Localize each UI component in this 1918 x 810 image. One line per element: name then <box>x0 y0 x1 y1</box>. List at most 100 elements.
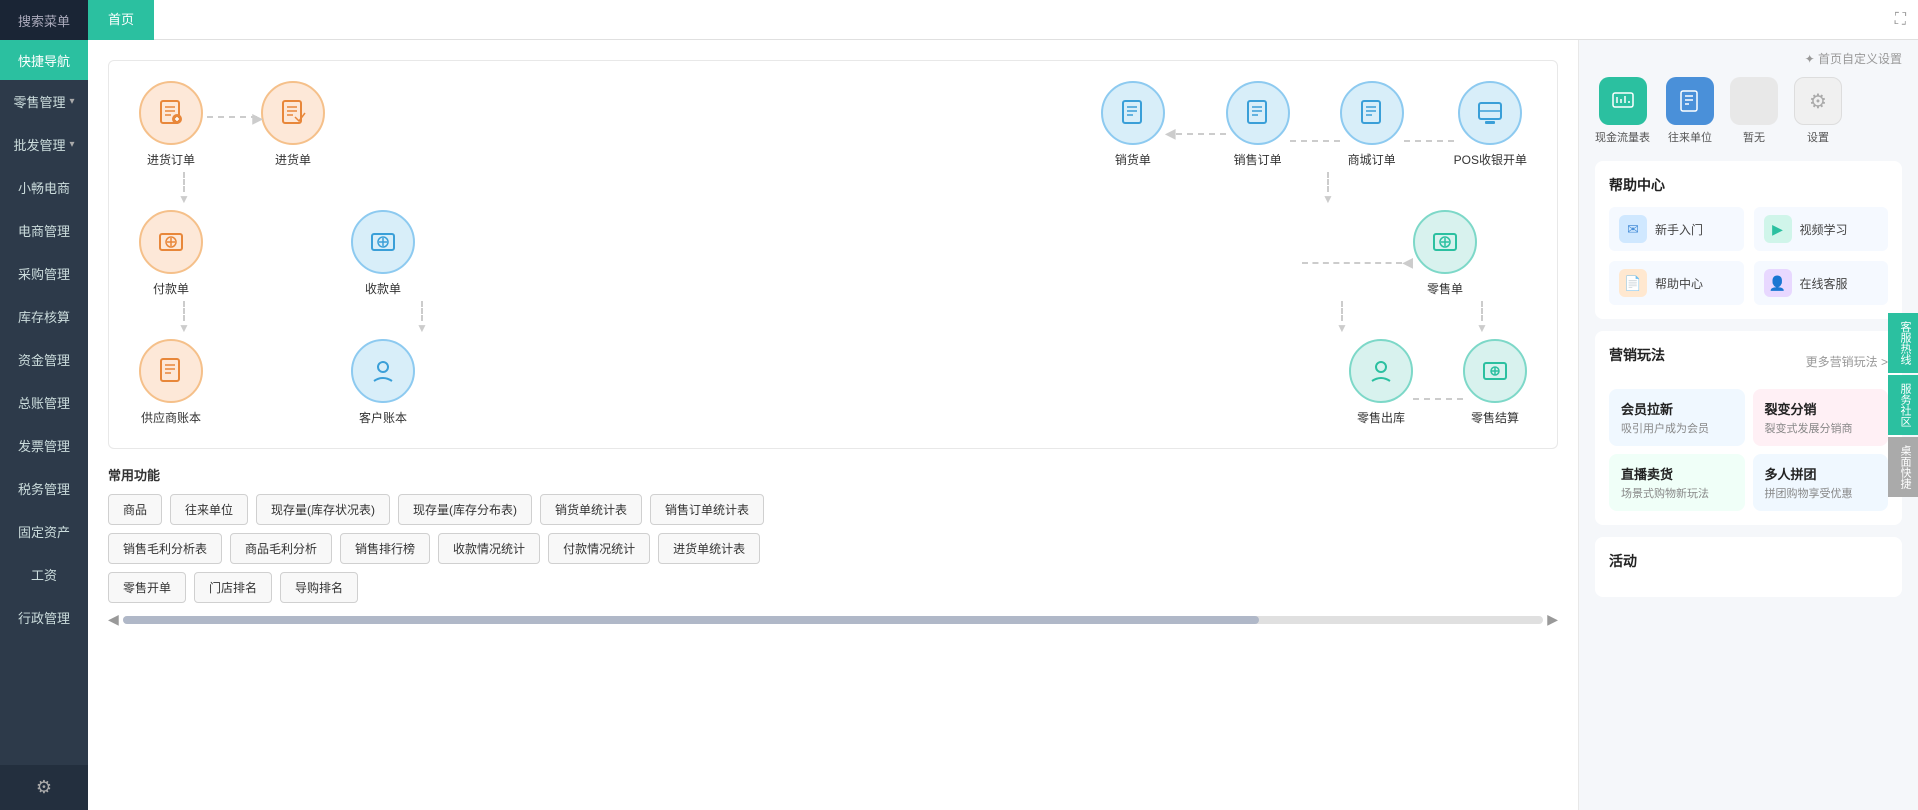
sidebar-item-finance[interactable]: 资金管理 <box>0 338 88 381</box>
quick-icon-none: 暂无 <box>1730 77 1778 145</box>
sales-label: 销货单 <box>1115 151 1151 168</box>
marketing-more-link[interactable]: 更多营销玩法 > <box>1806 353 1888 370</box>
flow-node-retail-out[interactable]: 零售出库 <box>1349 339 1413 426</box>
flow-node-receipt[interactable]: 收款单 <box>351 210 415 297</box>
sidebar-item-ecommerce[interactable]: 小畅电商 <box>0 166 88 209</box>
func-btn-sales-stat[interactable]: 销货单统计表 <box>540 494 642 525</box>
float-btn-service[interactable]: 客服热线 <box>1888 313 1918 373</box>
sidebar-item-retail[interactable]: 零售管理 ▾ <box>0 80 88 123</box>
scrollbar[interactable] <box>123 616 1543 624</box>
func-btn-guide-rank[interactable]: 导购排名 <box>280 572 358 603</box>
func-btn-stock-status[interactable]: 现存量(库存状况表) <box>256 494 390 525</box>
cashflow-icon <box>1599 77 1647 125</box>
flow-node-purchase[interactable]: 进货单 <box>261 81 325 168</box>
float-btn-desktop[interactable]: 桌面快捷 <box>1888 437 1918 497</box>
help-item-beginner[interactable]: ✉ 新手入门 <box>1609 207 1744 251</box>
sidebar-item-ledger[interactable]: 总账管理 <box>0 381 88 424</box>
marketing-item-live[interactable]: 直播卖货 场景式购物新玩法 <box>1609 454 1745 511</box>
contacts-label: 往来单位 <box>1668 129 1712 145</box>
group-title: 多人拼团 <box>1765 464 1877 483</box>
flow-node-retail[interactable]: 零售单 <box>1413 210 1477 297</box>
tab-home[interactable]: 首页 <box>88 0 154 40</box>
float-buttons: 客服热线 服务社区 桌面快捷 <box>1888 313 1918 497</box>
float-btn-community[interactable]: 服务社区 <box>1888 375 1918 435</box>
sidebar-item-assets[interactable]: 固定资产 <box>0 510 88 553</box>
flow-node-payment[interactable]: 付款单 <box>139 210 203 297</box>
main-area: 首页 ⛶ 进货订单 <box>88 0 1918 810</box>
quick-icon-cashflow[interactable]: 现金流量表 <box>1595 77 1650 145</box>
retail-out-icon <box>1349 339 1413 403</box>
sidebar-item-ecom-mgmt[interactable]: 电商管理 <box>0 209 88 252</box>
gear-icon[interactable]: ⚙ <box>36 777 52 797</box>
sidebar-item-tax[interactable]: 税务管理 <box>0 467 88 510</box>
func-btn-contacts[interactable]: 往来单位 <box>170 494 248 525</box>
flow-node-customer-ledger[interactable]: 客户账本 <box>351 339 415 426</box>
function-buttons-row2: 销售毛利分析表 商品毛利分析 销售排行榜 收款情况统计 付款情况统计 进货单统计… <box>108 533 1558 564</box>
expand-icon[interactable]: ⛶ <box>1883 11 1918 29</box>
marketing-item-member[interactable]: 会员拉新 吸引用户成为会员 <box>1609 389 1745 446</box>
flow-node-retail-settle[interactable]: 零售结算 <box>1463 339 1527 426</box>
func-btn-sales-rank[interactable]: 销售排行榜 <box>340 533 430 564</box>
sales-icon <box>1101 81 1165 145</box>
flow-node-pos[interactable]: POS收银开单 <box>1454 81 1527 168</box>
sidebar-item-purchase[interactable]: 采购管理 <box>0 252 88 295</box>
right-panel: ✦ 首页自定义设置 现金流量表 往来单位 <box>1578 40 1918 810</box>
flow-node-purchase-order[interactable]: 进货订单 <box>139 81 203 168</box>
func-btn-goods-gross[interactable]: 商品毛利分析 <box>230 533 332 564</box>
pos-icon <box>1458 81 1522 145</box>
mall-order-icon <box>1340 81 1404 145</box>
service-icon: 👤 <box>1764 269 1792 297</box>
sidebar-item-salary[interactable]: 工资 <box>0 553 88 596</box>
video-label: 视频学习 <box>1800 221 1848 238</box>
customize-link[interactable]: ✦ 首页自定义设置 <box>1595 50 1902 67</box>
help-item-help[interactable]: 📄 帮助中心 <box>1609 261 1744 305</box>
help-label: 帮助中心 <box>1655 275 1703 292</box>
flow-node-supplier-ledger[interactable]: 供应商账本 <box>139 339 203 426</box>
marketing-item-group[interactable]: 多人拼团 拼团购物享受优惠 <box>1753 454 1889 511</box>
beginner-label: 新手入门 <box>1655 221 1703 238</box>
chevron-down-icon: ▾ <box>69 96 74 107</box>
none-label: 暂无 <box>1743 129 1765 145</box>
help-item-service[interactable]: 👤 在线客服 <box>1754 261 1889 305</box>
quick-icon-settings[interactable]: ⚙ 设置 <box>1794 77 1842 145</box>
workflow-panel: 进货订单 ▶ 进货单 <box>88 40 1578 810</box>
marketing-item-fission[interactable]: 裂变分销 裂变式发展分销商 <box>1753 389 1889 446</box>
sidebar-item-admin[interactable]: 行政管理 <box>0 596 88 639</box>
func-btn-sales-order-stat[interactable]: 销售订单统计表 <box>650 494 764 525</box>
func-btn-store-rank[interactable]: 门店排名 <box>194 572 272 603</box>
retail-settle-icon <box>1463 339 1527 403</box>
sidebar-item-wholesale[interactable]: 批发管理 ▾ <box>0 123 88 166</box>
sidebar-search[interactable]: 搜索菜单 <box>0 0 88 40</box>
contacts-icon <box>1666 77 1714 125</box>
sidebar-item-invoice[interactable]: 发票管理 <box>0 424 88 467</box>
func-btn-purchase-stat[interactable]: 进货单统计表 <box>658 533 760 564</box>
quick-icon-contacts[interactable]: 往来单位 <box>1666 77 1714 145</box>
common-functions-title: 常用功能 <box>108 465 1558 484</box>
scrollbar-row: ◀ ▶ <box>108 611 1558 628</box>
sidebar-item-inventory[interactable]: 库存核算 <box>0 295 88 338</box>
func-btn-stock-dist[interactable]: 现存量(库存分布表) <box>398 494 532 525</box>
scroll-left-icon[interactable]: ◀ <box>108 611 119 628</box>
function-buttons-row3: 零售开单 门店排名 导购排名 <box>108 572 1558 603</box>
none-icon <box>1730 77 1778 125</box>
func-btn-payment-stat[interactable]: 付款情况统计 <box>548 533 650 564</box>
sales-order-label: 销售订单 <box>1234 151 1282 168</box>
func-btn-retail-order[interactable]: 零售开单 <box>108 572 186 603</box>
cashflow-label: 现金流量表 <box>1595 129 1650 145</box>
flow-node-sales[interactable]: 销货单 <box>1101 81 1165 168</box>
flow-node-mall-order[interactable]: 商城订单 <box>1340 81 1404 168</box>
func-btn-goods[interactable]: 商品 <box>108 494 162 525</box>
marketing-grid: 会员拉新 吸引用户成为会员 裂变分销 裂变式发展分销商 直播卖货 场景式购物新玩… <box>1609 389 1888 511</box>
purchase-order-label: 进货订单 <box>147 151 195 168</box>
live-subtitle: 场景式购物新玩法 <box>1621 485 1733 501</box>
help-grid: ✉ 新手入门 ▶ 视频学习 📄 帮助中心 👤 在线客服 <box>1609 207 1888 305</box>
help-center-title: 帮助中心 <box>1609 175 1888 195</box>
func-btn-sales-gross[interactable]: 销售毛利分析表 <box>108 533 222 564</box>
customer-ledger-label: 客户账本 <box>359 409 407 426</box>
scroll-right-icon[interactable]: ▶ <box>1547 611 1558 628</box>
supplier-ledger-label: 供应商账本 <box>141 409 201 426</box>
func-btn-receipt-stat[interactable]: 收款情况统计 <box>438 533 540 564</box>
help-item-video[interactable]: ▶ 视频学习 <box>1754 207 1889 251</box>
flow-node-sales-order[interactable]: 销售订单 <box>1226 81 1290 168</box>
payment-icon <box>139 210 203 274</box>
